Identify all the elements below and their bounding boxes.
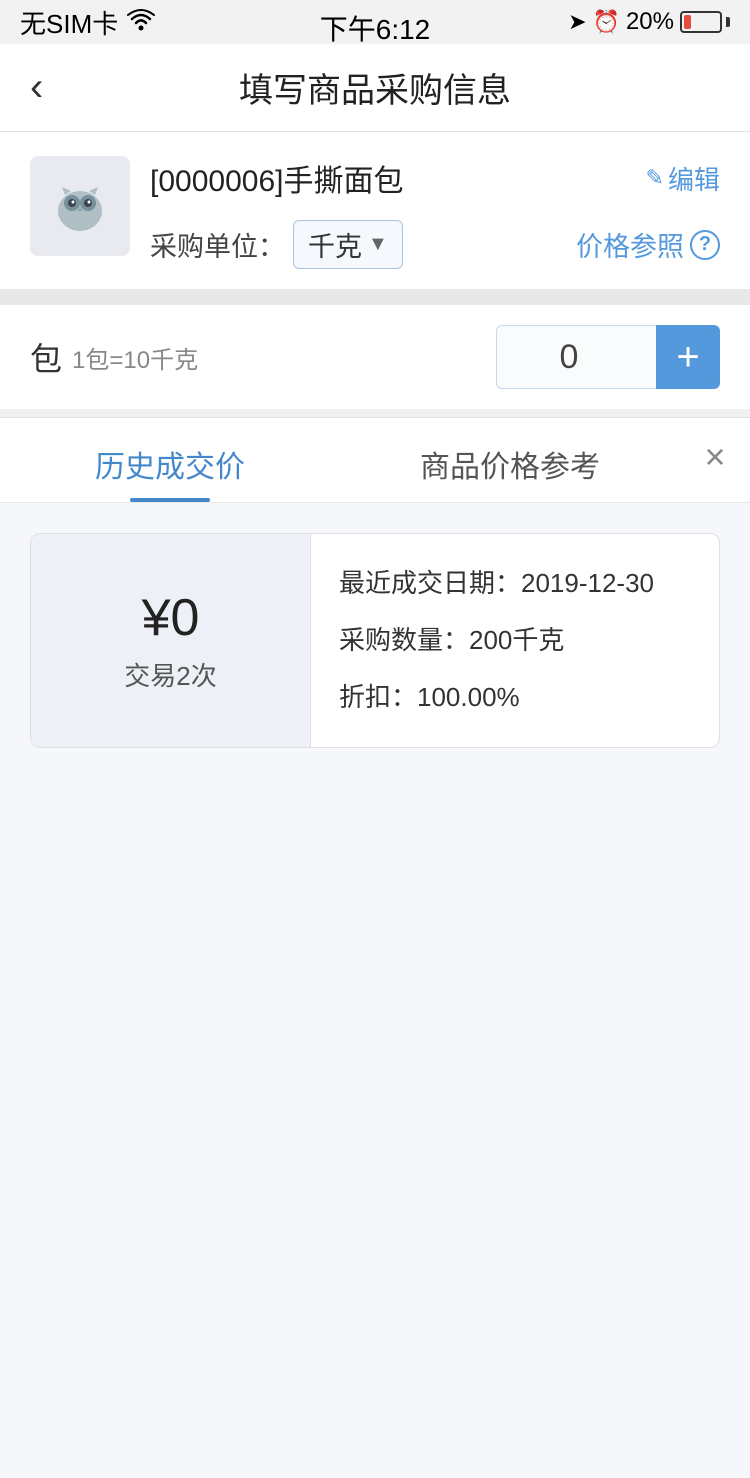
price-card: ¥0 交易2次 最近成交日期：2019-12-30 采购数量：200千克 折扣：… (30, 533, 720, 748)
price-detail-qty: 采购数量：200千克 (339, 621, 691, 660)
tabs-header: 历史成交价 商品价格参考 × (0, 418, 750, 503)
edit-label: 编辑 (668, 160, 720, 197)
quantity-conversion-label: 1包=10千克 (72, 340, 198, 375)
quantity-unit-label: 包 (30, 334, 62, 380)
discount-value: 100.00% (417, 682, 520, 712)
product-section: [0000006]手撕面包 ✎ 编辑 采购单位： 千克 ▼ 价格参照 ? (0, 132, 750, 289)
price-detail-discount: 折扣：100.00% (339, 678, 691, 717)
section-divider (0, 289, 750, 305)
alarm-icon: ⏰ (593, 9, 620, 35)
battery-icon (680, 11, 730, 33)
tabs-close-button[interactable]: × (680, 436, 750, 488)
battery-percent: 20% (626, 8, 674, 36)
dropdown-arrow-icon: ▼ (368, 233, 388, 256)
product-image-icon (45, 171, 115, 241)
status-bar: 无SIM卡 下午6:12 ➤ ⏰ 20% (0, 0, 750, 44)
price-ref-label: 价格参照 (576, 225, 684, 264)
main-content-area (0, 778, 750, 1478)
price-card-left: ¥0 交易2次 (31, 534, 311, 747)
status-left: 无SIM卡 (20, 4, 156, 41)
tab-price-reference[interactable]: 商品价格参考 (340, 422, 680, 502)
qty-value: 200千克 (469, 625, 564, 655)
edit-button[interactable]: ✎ 编辑 (646, 160, 720, 197)
back-button[interactable]: ‹ (30, 65, 43, 110)
trade-count: 交易2次 (124, 656, 216, 693)
qty-label: 采购数量： (339, 625, 469, 655)
price-number: 0 (171, 589, 200, 647)
tab-history-price[interactable]: 历史成交价 (0, 422, 340, 502)
tabs-section: 历史成交价 商品价格参考 × ¥0 交易2次 最近成交日期：2019-12-30… (0, 417, 750, 778)
page-title: 填写商品采购信息 (239, 63, 511, 112)
date-value: 2019-12-30 (521, 568, 654, 598)
plus-icon: + (676, 335, 699, 380)
location-icon: ➤ (568, 9, 586, 35)
product-thumbnail (30, 156, 130, 256)
status-time: 下午6:12 (320, 8, 431, 48)
discount-label: 折扣： (339, 682, 417, 712)
quantity-input-row: + (496, 325, 720, 389)
product-name-row: [0000006]手撕面包 ✎ 编辑 (150, 156, 720, 200)
status-right: ➤ ⏰ 20% (568, 8, 730, 36)
price-detail-date: 最近成交日期：2019-12-30 (339, 564, 691, 603)
wifi-icon (126, 7, 156, 38)
unit-value: 千克 (308, 225, 362, 264)
unit-select-dropdown[interactable]: 千克 ▼ (293, 220, 403, 269)
unit-label: 采购单位： (150, 225, 285, 264)
edit-icon: ✎ (646, 165, 664, 191)
price-ref-button[interactable]: 价格参照 ? (576, 225, 720, 264)
product-row: [0000006]手撕面包 ✎ 编辑 采购单位： 千克 ▼ 价格参照 ? (30, 156, 720, 269)
carrier-label: 无SIM卡 (20, 4, 118, 41)
quantity-label-group: 包 1包=10千克 (30, 334, 198, 380)
help-circle-icon: ? (690, 230, 720, 260)
tab-history-price-label: 历史成交价 (95, 451, 245, 484)
price-card-right: 最近成交日期：2019-12-30 采购数量：200千克 折扣：100.00% (311, 534, 719, 747)
product-info: [0000006]手撕面包 ✎ 编辑 采购单位： 千克 ▼ 价格参照 ? (150, 156, 720, 269)
quantity-section: 包 1包=10千克 + (0, 305, 750, 409)
quantity-input[interactable] (496, 325, 656, 389)
tab-price-reference-label: 商品价格参考 (420, 451, 600, 484)
nav-bar: ‹ 填写商品采购信息 (0, 44, 750, 132)
quantity-plus-button[interactable]: + (656, 325, 720, 389)
close-icon: × (704, 436, 725, 478)
price-card-section: ¥0 交易2次 最近成交日期：2019-12-30 采购数量：200千克 折扣：… (0, 503, 750, 778)
currency-symbol: ¥ (142, 589, 171, 647)
product-name: [0000006]手撕面包 (150, 156, 403, 200)
price-amount: ¥0 (142, 588, 200, 648)
unit-row: 采购单位： 千克 ▼ 价格参照 ? (150, 220, 720, 269)
date-label: 最近成交日期： (339, 568, 521, 598)
